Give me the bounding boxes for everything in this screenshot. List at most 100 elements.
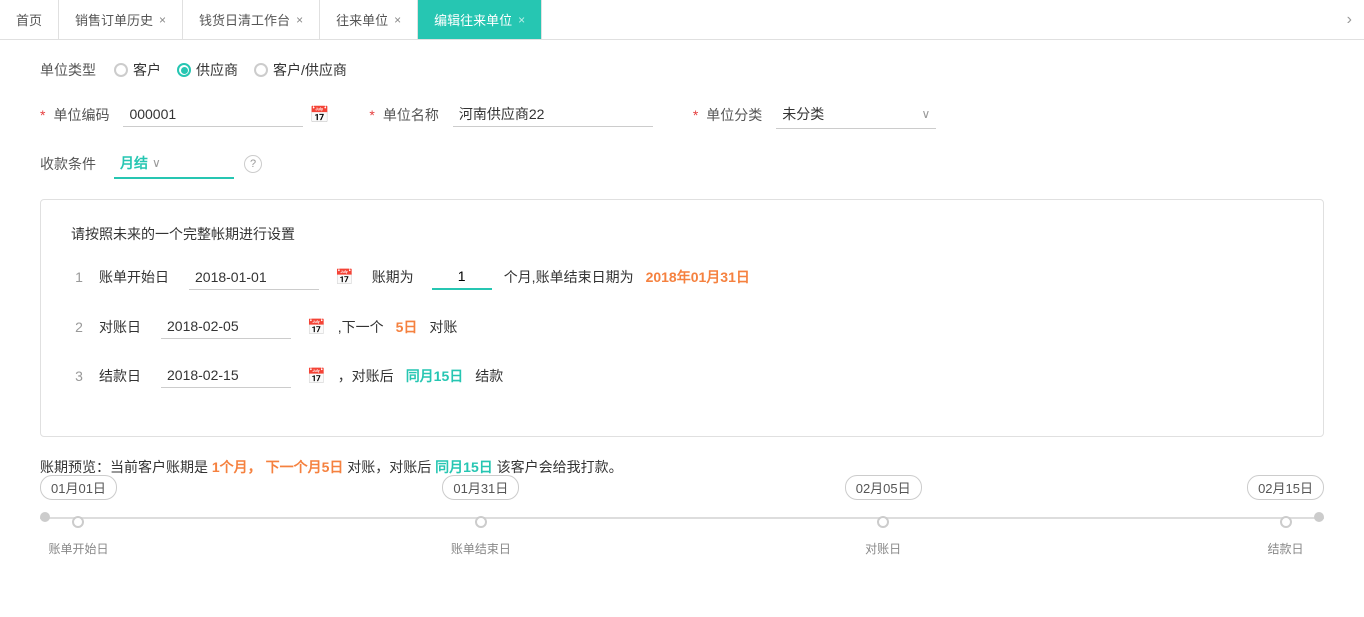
tab-home[interactable]: 首页 xyxy=(0,0,59,39)
radio-both-label: 客户/供应商 xyxy=(273,60,347,80)
timeline-dot-2 xyxy=(475,516,487,528)
timeline-label-2: 01月31日 xyxy=(442,475,519,500)
payment-condition-chevron: ∨ xyxy=(152,156,161,170)
unit-code-input[interactable] xyxy=(123,102,303,127)
preview-section: 账期预览：当前客户账期是 1个月， 下一个月5日 对账，对账后 同月15日 该客… xyxy=(40,457,1324,597)
unit-code-required: * xyxy=(40,107,45,123)
period-suffix-1: 个月,账单结束日期为 xyxy=(504,267,634,287)
timeline-point-4: 02月15日 结款日 xyxy=(1247,511,1324,557)
period-end-date-highlight: 2018年01月31日 xyxy=(646,267,750,287)
period-row-1: 1 账单开始日 📅 账期为 个月,账单结束日期为 2018年01月31日 xyxy=(71,264,1293,290)
period-calendar-2[interactable]: 📅 xyxy=(307,318,326,336)
unit-category-chevron: ∨ xyxy=(921,107,930,121)
preview-part1: 1个月， xyxy=(212,459,262,475)
period-settings-box: 请按照未来的一个完整帐期进行设置 1 账单开始日 📅 账期为 个月,账单结束日期… xyxy=(40,199,1324,437)
unit-name-group: * 单位名称 xyxy=(369,102,652,127)
period-highlight-2: 5日 xyxy=(396,317,418,337)
unit-name-input[interactable] xyxy=(453,102,653,127)
period-num-1: 1 xyxy=(71,269,87,285)
preview-label: 账期预览：当前客户账期是 xyxy=(40,459,208,475)
unit-type-radio-group: 客户 供应商 客户/供应商 xyxy=(114,60,347,80)
close-tab-sales-history[interactable]: × xyxy=(159,13,166,27)
period-date-2[interactable] xyxy=(161,314,291,339)
unit-category-group: * 单位分类 未分类 ∨ xyxy=(693,100,936,129)
period-calendar-3[interactable]: 📅 xyxy=(307,367,326,385)
tab-cash-work[interactable]: 钱货日清工作台 × xyxy=(183,0,320,39)
radio-customer-label: 客户 xyxy=(133,60,161,80)
timeline-desc-3: 对账日 xyxy=(865,540,901,557)
timeline-point-3: 02月05日 对账日 xyxy=(845,511,922,557)
radio-both[interactable]: 客户/供应商 xyxy=(254,60,347,80)
close-tab-cash-work[interactable]: × xyxy=(296,13,303,27)
period-months-input[interactable] xyxy=(432,264,492,290)
tab-sales-history[interactable]: 销售订单历史 × xyxy=(59,0,183,39)
preview-text: 账期预览：当前客户账期是 1个月， 下一个月5日 对账，对账后 同月15日 该客… xyxy=(40,457,1324,477)
timeline-point-1: 01月01日 账单开始日 xyxy=(40,511,117,557)
tab-partner[interactable]: 往来单位 × xyxy=(320,0,418,39)
timeline-right-dot xyxy=(1314,512,1324,522)
timeline-desc-4: 结款日 xyxy=(1268,540,1304,557)
preview-part4: 同月15日 xyxy=(435,459,493,475)
period-num-2: 2 xyxy=(71,319,87,335)
radio-customer-circle xyxy=(114,63,128,77)
timeline-dot-3 xyxy=(877,516,889,528)
unit-name-required: * xyxy=(369,107,374,123)
period-date-1[interactable] xyxy=(189,265,319,290)
close-tab-partner[interactable]: × xyxy=(394,13,401,27)
radio-supplier[interactable]: 供应商 xyxy=(177,60,238,80)
unit-details-row: * 单位编码 📅 * 单位名称 * 单位分类 未分类 ∨ xyxy=(40,100,1324,129)
unit-category-select[interactable]: 未分类 ∨ xyxy=(776,100,936,129)
radio-customer[interactable]: 客户 xyxy=(114,60,161,80)
close-tab-edit-partner[interactable]: × xyxy=(518,13,525,27)
timeline-desc-1: 账单开始日 xyxy=(48,540,108,557)
preview-part2: 下一个月5日 xyxy=(266,459,344,475)
radio-supplier-circle xyxy=(177,63,191,77)
payment-condition-row: 收款条件 月结 ∨ ? xyxy=(40,149,1324,179)
payment-condition-label: 收款条件 xyxy=(40,154,96,174)
timeline-label-3: 02月05日 xyxy=(845,475,922,500)
preview-part5: 该客户会给我打款。 xyxy=(497,459,623,475)
timeline-left-dot xyxy=(40,512,50,522)
unit-name-label: 单位名称 xyxy=(383,105,439,125)
payment-help-icon[interactable]: ? xyxy=(244,155,262,173)
tab-bar: 首页 销售订单历史 × 钱货日清工作台 × 往来单位 × 编辑往来单位 × › xyxy=(0,0,1364,40)
period-highlight-3: 同月15日 xyxy=(406,366,464,386)
unit-category-label: 单位分类 xyxy=(706,105,762,125)
unit-type-row: 单位类型 客户 供应商 客户/供应商 xyxy=(40,60,1324,80)
period-prefix-3: ，对账后 xyxy=(338,366,394,386)
preview-part3: 对账，对账后 xyxy=(347,459,431,475)
period-row-3: 3 结款日 📅 ，对账后 同月15日 结款 xyxy=(71,363,1293,388)
period-box-title: 请按照未来的一个完整帐期进行设置 xyxy=(71,224,1293,244)
timeline-dot-4 xyxy=(1280,516,1292,528)
timeline-dot-1 xyxy=(72,516,84,528)
period-calendar-1[interactable]: 📅 xyxy=(335,268,354,286)
radio-supplier-label: 供应商 xyxy=(196,60,238,80)
timeline-point-2: 01月31日 账单结束日 xyxy=(442,511,519,557)
unit-code-group: * 单位编码 📅 xyxy=(40,102,329,127)
unit-category-required: * xyxy=(693,107,698,123)
period-num-3: 3 xyxy=(71,368,87,384)
unit-type-label: 单位类型 xyxy=(40,60,96,80)
payment-condition-value: 月结 xyxy=(120,153,148,173)
tab-edit-partner[interactable]: 编辑往来单位 × xyxy=(418,0,542,39)
unit-code-calendar-icon[interactable]: 📅 xyxy=(309,105,329,125)
period-date-3[interactable] xyxy=(161,363,291,388)
timeline-points: 01月01日 账单开始日 01月31日 账单结束日 02月05日 对账日 xyxy=(40,511,1324,557)
period-suffix-text-3: 结款 xyxy=(475,366,503,386)
period-suffix-text-2: 对账 xyxy=(429,317,457,337)
unit-category-value: 未分类 xyxy=(782,104,917,124)
radio-both-circle xyxy=(254,63,268,77)
timeline-label-1: 01月01日 xyxy=(40,475,117,500)
payment-condition-select[interactable]: 月结 ∨ xyxy=(114,149,234,179)
main-content: 单位类型 客户 供应商 客户/供应商 * 单位编码 📅 * 单位名称 xyxy=(0,40,1364,617)
period-row-2: 2 对账日 📅 ,下一个 5日 对账 xyxy=(71,314,1293,339)
period-label-2: 对账日 xyxy=(99,317,141,337)
period-middle-1: 账期为 xyxy=(372,267,414,287)
period-label-3: 结款日 xyxy=(99,366,141,386)
tab-more-button[interactable]: › xyxy=(1335,11,1364,29)
unit-code-label: 单位编码 xyxy=(53,105,109,125)
timeline: 01月01日 账单开始日 01月31日 账单结束日 02月05日 对账日 xyxy=(40,501,1324,587)
period-label-1: 账单开始日 xyxy=(99,267,169,287)
timeline-label-4: 02月15日 xyxy=(1247,475,1324,500)
period-prefix-2: ,下一个 xyxy=(338,317,384,337)
